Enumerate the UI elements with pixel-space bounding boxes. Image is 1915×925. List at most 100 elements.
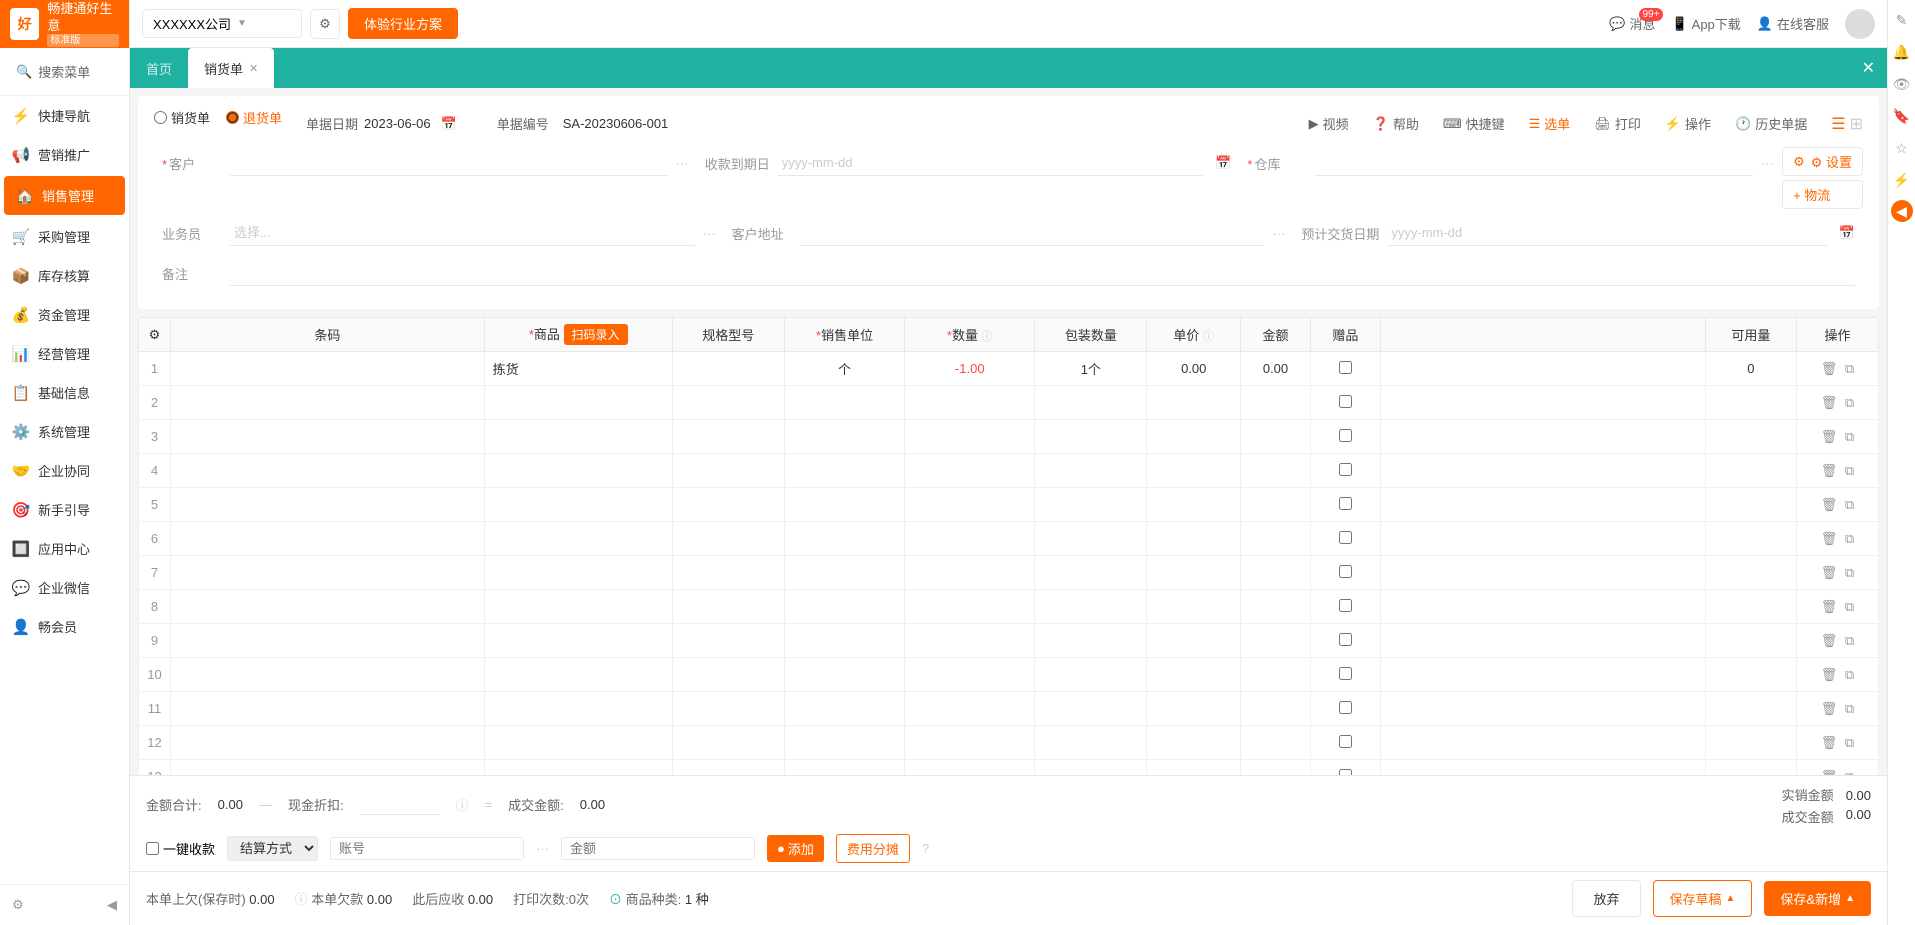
row-price[interactable] (1147, 726, 1241, 760)
row-spec[interactable] (672, 624, 784, 658)
settings-action-btn[interactable]: ⚙ ⚙ 设置 (1782, 147, 1863, 176)
row-delete-icon[interactable]: 🗑 (1821, 565, 1838, 580)
row-gift[interactable] (1310, 726, 1380, 760)
sidebar-search[interactable]: 🔍 搜索菜单 (0, 48, 129, 96)
sidebar-item-shortcut[interactable]: ⚡ 快捷导航 (0, 96, 129, 135)
row-qty[interactable] (905, 522, 1035, 556)
right-panel-orange-icon[interactable]: ◀ (1891, 200, 1913, 222)
row-price[interactable]: 0.00 (1147, 352, 1241, 386)
row-delete-icon[interactable]: 🗑 (1821, 463, 1838, 478)
search-menu-item[interactable]: 🔍 搜索菜单 (8, 56, 121, 87)
customer-input[interactable] (230, 150, 668, 176)
history-btn[interactable]: 🕐 历史单据 (1727, 111, 1815, 136)
row-price[interactable] (1147, 624, 1241, 658)
row-copy-icon[interactable]: ⧉ (1845, 429, 1854, 444)
row-copy-icon[interactable]: ⧉ (1845, 361, 1854, 376)
industry-btn[interactable]: 体验行业方案 (348, 8, 458, 39)
video-btn[interactable]: ▶ 视频 (1301, 111, 1357, 136)
row-barcode[interactable] (171, 692, 485, 726)
right-panel-edit-icon[interactable]: ✎ (1890, 8, 1914, 32)
one-click-payment-check[interactable]: 一键收款 (146, 839, 215, 858)
row-gift[interactable] (1310, 624, 1380, 658)
row-barcode[interactable] (171, 352, 485, 386)
row-product[interactable] (484, 488, 672, 522)
select-list-btn[interactable]: ☰ 选单 (1521, 111, 1579, 136)
addr-dots-btn[interactable]: ··· (1272, 226, 1285, 241)
row-delete-icon[interactable]: 🗑 (1821, 599, 1838, 614)
row-spec[interactable] (672, 760, 784, 775)
tab-sales-order[interactable]: 销货单 ✕ (188, 48, 274, 88)
row-gift[interactable] (1310, 352, 1380, 386)
row-copy-icon[interactable]: ⧉ (1845, 531, 1854, 546)
row-price[interactable] (1147, 454, 1241, 488)
row-gift[interactable] (1310, 420, 1380, 454)
row-price[interactable] (1147, 556, 1241, 590)
row-product[interactable] (484, 420, 672, 454)
row-spec[interactable] (672, 726, 784, 760)
sidebar-item-enterprise[interactable]: 🤝 企业协同 (0, 451, 129, 490)
row-price[interactable] (1147, 420, 1241, 454)
sidebar-item-newbie[interactable]: 🎯 新手引导 (0, 490, 129, 529)
row-barcode[interactable] (171, 590, 485, 624)
row-copy-icon[interactable]: ⧉ (1845, 395, 1854, 410)
row-qty[interactable] (905, 488, 1035, 522)
row-delete-icon[interactable]: 🗑 (1821, 531, 1838, 546)
row-delete-icon[interactable]: 🗑 (1821, 361, 1838, 376)
row-product[interactable] (484, 454, 672, 488)
row-barcode[interactable] (171, 624, 485, 658)
row-spec[interactable] (672, 556, 784, 590)
row-qty[interactable] (905, 760, 1035, 775)
row-barcode[interactable] (171, 386, 485, 420)
row-spec[interactable] (672, 420, 784, 454)
print-btn[interactable]: 🖨 打印 (1586, 111, 1649, 136)
sidebar-item-sales[interactable]: 🏠 销售管理 (4, 176, 125, 215)
customer-addr-input[interactable] (800, 220, 1265, 246)
row-qty[interactable] (905, 386, 1035, 420)
warehouse-input[interactable]: 建材仓 (1315, 150, 1753, 176)
row-price[interactable] (1147, 590, 1241, 624)
app-download-btn[interactable]: 📱 App下载 (1671, 14, 1740, 33)
sidebar-item-system[interactable]: ⚙️ 系统管理 (0, 412, 129, 451)
row-copy-icon[interactable]: ⧉ (1845, 633, 1854, 648)
row-qty[interactable] (905, 624, 1035, 658)
row-copy-icon[interactable]: ⧉ (1845, 565, 1854, 580)
view-list-icon[interactable]: ☰ (1831, 114, 1845, 134)
row-delete-icon[interactable]: 🗑 (1821, 633, 1838, 648)
row-gift[interactable] (1310, 386, 1380, 420)
row-product[interactable] (484, 692, 672, 726)
row-barcode[interactable] (171, 454, 485, 488)
expected-date-calendar-icon[interactable]: 📅 (1839, 225, 1855, 241)
row-delete-icon[interactable]: 🗑 (1821, 735, 1838, 750)
row-spec[interactable] (672, 454, 784, 488)
sidebar-item-base[interactable]: 📋 基础信息 (0, 373, 129, 412)
help-btn[interactable]: ❓ 帮助 (1365, 111, 1427, 136)
row-barcode[interactable] (171, 522, 485, 556)
row-qty[interactable] (905, 556, 1035, 590)
row-gift[interactable] (1310, 454, 1380, 488)
row-product[interactable] (484, 726, 672, 760)
date-calendar-icon[interactable]: 📅 (441, 116, 457, 132)
topbar-settings-button[interactable]: ⚙ (310, 9, 340, 39)
row-copy-icon[interactable]: ⧉ (1845, 599, 1854, 614)
right-panel-bookmark-icon[interactable]: 🔖 (1890, 104, 1914, 128)
add-payment-btn[interactable]: ● 添加 (767, 835, 824, 862)
sidebar-item-purchase[interactable]: 🛒 采购管理 (0, 217, 129, 256)
sidebar-item-member[interactable]: 👤 畅会员 (0, 607, 129, 646)
row-barcode[interactable] (171, 658, 485, 692)
row-product[interactable] (484, 522, 672, 556)
shortcut-keys-btn[interactable]: ⌨ 快捷键 (1435, 111, 1513, 136)
row-delete-icon[interactable]: 🗑 (1821, 395, 1838, 410)
row-copy-icon[interactable]: ⧉ (1845, 735, 1854, 750)
row-barcode[interactable] (171, 726, 485, 760)
row-qty[interactable] (905, 420, 1035, 454)
sidebar-collapse-btn[interactable]: ◀ (103, 893, 121, 917)
row-spec[interactable] (672, 658, 784, 692)
remarks-input[interactable] (230, 260, 1855, 286)
row-qty[interactable] (905, 454, 1035, 488)
th-settings[interactable]: ⚙ (139, 318, 171, 352)
salesperson-input[interactable] (230, 220, 695, 246)
row-spec[interactable] (672, 522, 784, 556)
row-qty[interactable]: -1.00 (905, 352, 1035, 386)
customer-dots-btn[interactable]: ··· (676, 156, 689, 171)
scan-btn[interactable]: 扫码录入 (564, 324, 628, 345)
